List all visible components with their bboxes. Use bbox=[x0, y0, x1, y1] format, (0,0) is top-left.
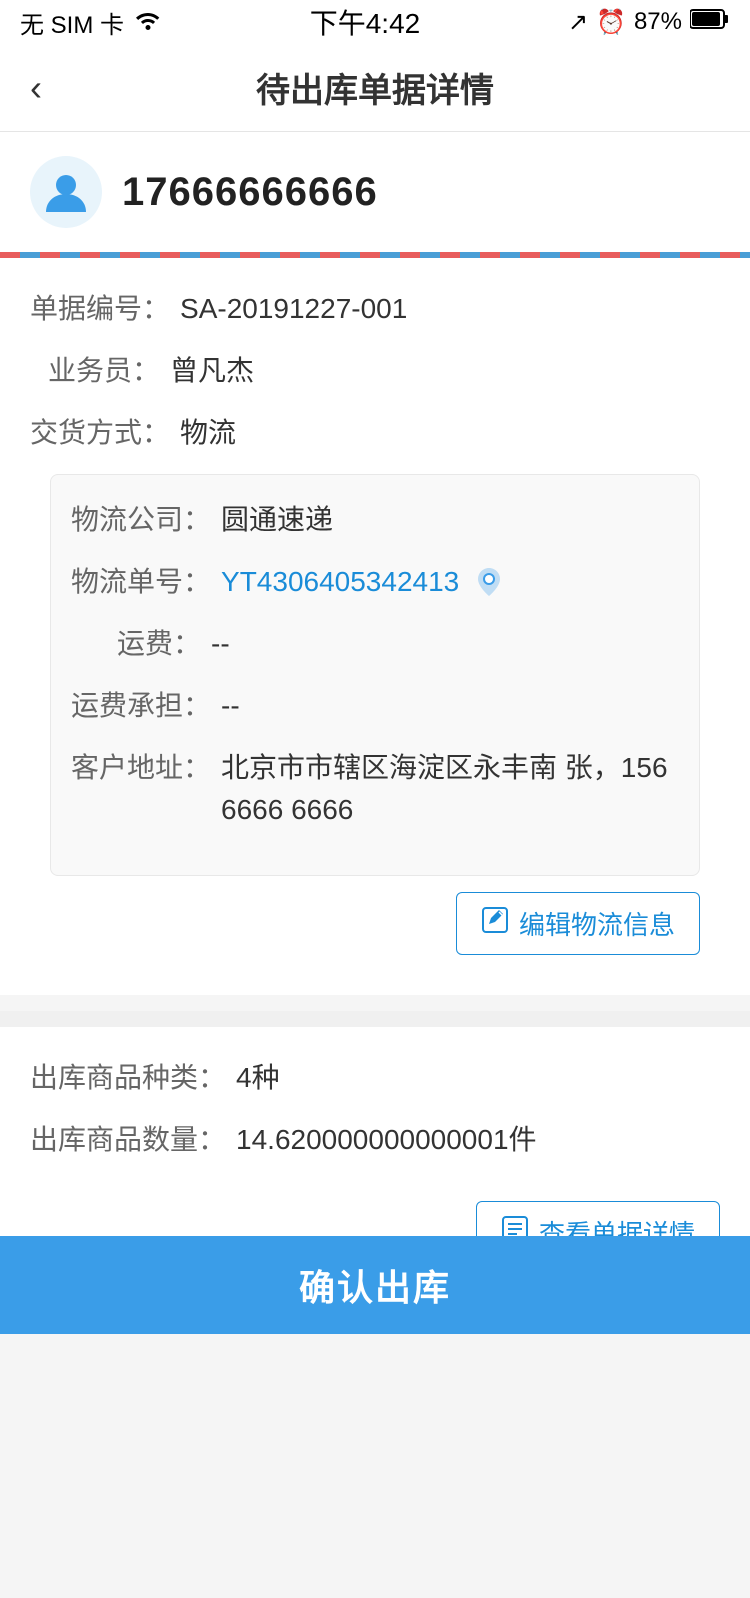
goods-types-label: 出库商品种类： bbox=[30, 1057, 236, 1099]
order-id-label: 单据编号： bbox=[30, 288, 180, 330]
order-info-section: 单据编号： SA-20191227-001 业务员： 曾凡杰 交货方式： 物流 … bbox=[0, 258, 750, 995]
order-id-value: SA-20191227-001 bbox=[180, 288, 720, 330]
confirm-outbound-label: 确认出库 bbox=[299, 1259, 451, 1311]
avatar bbox=[30, 156, 102, 228]
freight-bearer-label: 运费承担： bbox=[71, 685, 221, 727]
status-bar: 无 SIM 卡 下午4:42 ↗ ⏰ 87% bbox=[0, 0, 750, 44]
goods-types-value: 4种 bbox=[236, 1057, 720, 1099]
goods-quantity-label: 出库商品数量： bbox=[30, 1119, 236, 1161]
salesperson-row: 业务员： 曾凡杰 bbox=[30, 350, 720, 392]
edit-icon bbox=[481, 906, 509, 941]
status-bar-time: 下午4:42 bbox=[310, 2, 421, 42]
freight-row: 运费： -- bbox=[71, 623, 679, 665]
wifi-icon bbox=[134, 8, 162, 37]
delivery-label: 交货方式： bbox=[30, 412, 180, 454]
goods-types-row: 出库商品种类： 4种 bbox=[30, 1057, 720, 1099]
freight-label: 运费： bbox=[71, 623, 211, 665]
tracking-row: 物流单号： YT4306405342413 bbox=[71, 561, 679, 603]
battery-text: 87% bbox=[634, 8, 682, 36]
battery-icon bbox=[690, 8, 730, 37]
status-bar-right: ↗ ⏰ 87% bbox=[568, 8, 730, 37]
salesperson-value: 曾凡杰 bbox=[170, 350, 720, 392]
logistics-company-row: 物流公司： 圆通速递 bbox=[71, 499, 679, 541]
carrier-text: 无 SIM 卡 bbox=[20, 5, 124, 40]
address-row: 客户地址： 北京市市辖区海淀区永丰南 张，156 6666 6666 bbox=[71, 747, 679, 831]
logistics-card: 物流公司： 圆通速递 物流单号： YT4306405342413 bbox=[50, 474, 700, 876]
freight-bearer-value: -- bbox=[221, 685, 679, 727]
logistics-company-label: 物流公司： bbox=[71, 499, 221, 541]
address-value: 北京市市辖区海淀区永丰南 张，156 6666 6666 bbox=[221, 747, 679, 831]
back-button[interactable]: ‹ bbox=[30, 67, 42, 109]
delivery-row: 交货方式： 物流 bbox=[30, 412, 720, 454]
customer-phone: 17666666666 bbox=[122, 170, 378, 215]
salesperson-label: 业务员： bbox=[30, 350, 170, 392]
section-divider bbox=[0, 1011, 750, 1027]
page-title: 待出库单据详情 bbox=[256, 63, 494, 112]
goods-quantity-value: 14.620000000000001件 bbox=[236, 1119, 720, 1161]
edit-logistics-button[interactable]: 编辑物流信息 bbox=[456, 892, 700, 955]
tracking-value: YT4306405342413 bbox=[221, 561, 679, 603]
status-bar-left: 无 SIM 卡 bbox=[20, 5, 162, 40]
delivery-value: 物流 bbox=[180, 412, 720, 454]
edit-logistics-label: 编辑物流信息 bbox=[519, 905, 675, 942]
tracking-label: 物流单号： bbox=[71, 561, 221, 603]
location-icon[interactable] bbox=[471, 564, 507, 600]
customer-section: 17666666666 bbox=[0, 132, 750, 252]
goods-quantity-row: 出库商品数量： 14.620000000000001件 bbox=[30, 1119, 720, 1161]
logistics-company-value: 圆通速递 bbox=[221, 499, 679, 541]
nav-bar: ‹ 待出库单据详情 bbox=[0, 44, 750, 132]
alarm-icon: ⏰ bbox=[596, 8, 626, 37]
confirm-outbound-button[interactable]: 确认出库 bbox=[0, 1236, 750, 1334]
order-id-row: 单据编号： SA-20191227-001 bbox=[30, 288, 720, 330]
location-status-icon: ↗ bbox=[568, 8, 588, 37]
freight-bearer-row: 运费承担： -- bbox=[71, 685, 679, 727]
freight-value: -- bbox=[211, 623, 679, 665]
address-label: 客户地址： bbox=[71, 747, 221, 789]
